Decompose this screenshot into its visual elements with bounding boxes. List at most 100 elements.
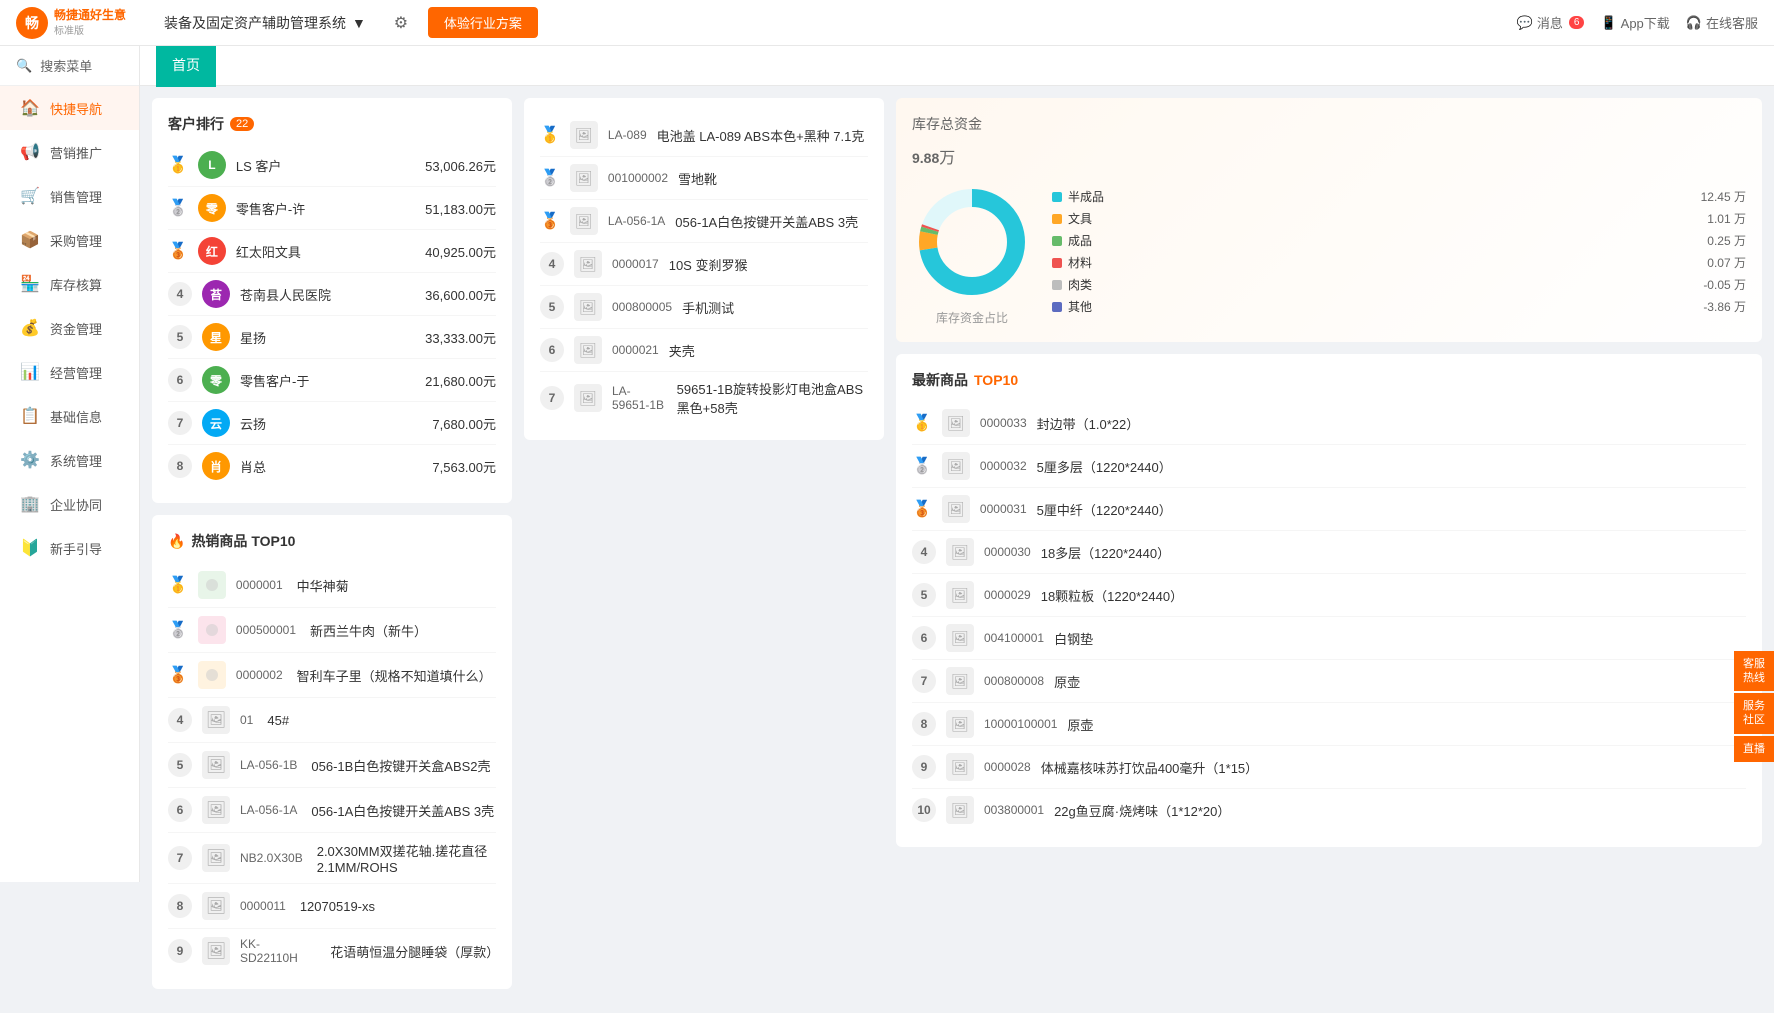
rank-num: 4 — [168, 282, 192, 306]
top-header: 畅 畅捷通好生意 标准版 装备及固定资产辅助管理系统 ▼ ⚙ 体验行业方案 💬 … — [0, 0, 1774, 46]
svg-text:畅: 畅 — [25, 15, 39, 31]
rank-avatar: 零 — [202, 366, 230, 394]
legend-item: 肉类 -0.05 万 — [1052, 276, 1746, 293]
product-code: 10000100001 — [984, 717, 1057, 731]
rank-value: 33,333.00元 — [425, 328, 496, 347]
rank-item: 5 星 星扬 33,333.00元 — [168, 316, 496, 359]
customer-ranking-title: 客户排行 — [168, 114, 224, 134]
rank-item: 🥉 红 红太阳文具 40,925.00元 — [168, 230, 496, 273]
product-code: 0000002 — [236, 668, 283, 682]
product-name: 5厘中纤（1220*2440） — [1037, 500, 1172, 519]
product-thumb: 🖼 — [570, 164, 598, 192]
sales-icon: 🛒 — [20, 186, 40, 206]
sidebar-item-home[interactable]: 🏠快捷导航 — [0, 86, 139, 130]
hot-products-title: 🔥 热销商品 TOP10 — [168, 531, 496, 551]
product-code: 0000028 — [984, 760, 1031, 774]
sidebar-item-company[interactable]: 🏢企业协同 — [0, 482, 139, 526]
sidebar-item-basic[interactable]: 📋基础信息 — [0, 394, 139, 438]
product-name: 原壶 — [1067, 715, 1093, 734]
rank-avatar: L — [198, 151, 226, 179]
rank-value: 21,680.00元 — [425, 371, 496, 390]
legend-left: 材料 — [1052, 254, 1092, 271]
product-thumb — [198, 661, 226, 689]
search-label: 搜索菜单 — [40, 56, 92, 75]
float-btn-direct[interactable]: 直播 — [1734, 736, 1774, 762]
tab-home[interactable]: 首页 — [156, 45, 216, 87]
product-code: KK-SD22110H — [240, 937, 316, 965]
medal-icon: 🥈 — [168, 198, 188, 218]
marketing-icon: 📢 — [20, 142, 40, 162]
product-name: 封边带（1.0*22） — [1037, 414, 1140, 433]
inventory-title: 库存总资金 — [912, 114, 1746, 134]
logo-text: 畅捷通好生意 — [54, 8, 126, 22]
chart-label: 库存资金占比 — [912, 309, 1032, 326]
float-buttons: 客服 热线服务 社区直播 — [1734, 651, 1774, 762]
sidebar-search[interactable]: 🔍 搜索菜单 — [0, 46, 139, 86]
sidebar-item-operation[interactable]: 📊经营管理 — [0, 350, 139, 394]
rank-avatar: 苔 — [202, 280, 230, 308]
customer-ranking-header: 客户排行 22 — [168, 114, 496, 134]
legend-dot — [1052, 258, 1062, 268]
rank-name: 零售客户-于 — [240, 371, 415, 390]
legend-item: 其他 -3.86 万 — [1052, 298, 1746, 315]
product-code: 0000001 — [236, 578, 283, 592]
middle-panel: 🥇 🖼 LA-089 电池盖 LA-089 ABS本色+黑种 7.1克 🥈 🖼 … — [524, 98, 884, 1001]
product-code: 0000029 — [984, 588, 1031, 602]
gear-button[interactable]: ⚙ — [386, 8, 416, 38]
sidebar-label: 企业协同 — [50, 495, 102, 514]
legend-dot — [1052, 302, 1062, 312]
system-selector[interactable]: 装备及固定资产辅助管理系统 ▼ — [156, 9, 374, 37]
donut-chart: 库存资金占比 — [912, 182, 1032, 326]
hot-product-item: 🥈 000500001 新西兰牛肉（新牛） — [168, 608, 496, 653]
product-thumb: 🖼 — [202, 844, 230, 872]
product-ranking-item: 5 🖼 000800005 手机测试 — [540, 286, 868, 329]
legend-value: -3.86 万 — [1686, 298, 1746, 315]
online-service-button[interactable]: 🎧 在线客服 — [1686, 13, 1758, 32]
rank-item: 4 苔 苍南县人民医院 36,600.00元 — [168, 273, 496, 316]
product-thumb: 🖼 — [946, 581, 974, 609]
home-icon: 🏠 — [20, 98, 40, 118]
new-products-title: 最新商品 TOP10 — [912, 370, 1746, 390]
product-code: 000800008 — [984, 674, 1044, 688]
new-product-item: 🥈 🖼 0000032 5厘多层（1220*2440） — [912, 445, 1746, 488]
hot-product-item: 🥇 0000001 中华神菊 — [168, 563, 496, 608]
product-code: 000800005 — [612, 300, 672, 314]
product-name: 12070519-xs — [300, 899, 375, 914]
product-name: 22g鱼豆腐·烧烤味（1*12*20） — [1054, 801, 1230, 820]
sidebar-item-purchase[interactable]: 📦采购管理 — [0, 218, 139, 262]
product-ranking-item: 4 🖼 0000017 10S 变刹罗猴 — [540, 243, 868, 286]
rank-num: 4 — [540, 252, 564, 276]
product-code: LA-056-1A — [608, 214, 665, 228]
sidebar-label: 库存核算 — [50, 275, 102, 294]
product-ranking-item: 🥇 🖼 LA-089 电池盖 LA-089 ABS本色+黑种 7.1克 — [540, 114, 868, 157]
rank-num: 7 — [540, 386, 564, 410]
rank-avatar: 星 — [202, 323, 230, 351]
sidebar: 🔍 搜索菜单 🏠快捷导航📢营销推广🛒销售管理📦采购管理🏪库存核算💰资金管理📊经营… — [0, 46, 140, 882]
product-code: NB2.0X30B — [240, 851, 303, 865]
float-btn-service[interactable]: 客服 热线 — [1734, 651, 1774, 692]
legend: 半成品 12.45 万 文具 1.01 万 成品 0.25 万 材料 0.07 … — [1052, 188, 1746, 320]
product-code: 003800001 — [984, 803, 1044, 817]
rank-avatar: 零 — [198, 194, 226, 222]
legend-name: 半成品 — [1068, 188, 1104, 205]
legend-name: 成品 — [1068, 232, 1092, 249]
sidebar-item-inventory[interactable]: 🏪库存核算 — [0, 262, 139, 306]
hot-product-item: 9 🖼 KK-SD22110H 花语萌恒温分腿睡袋（厚款） — [168, 929, 496, 973]
rank-avatar: 云 — [202, 409, 230, 437]
legend-dot — [1052, 214, 1062, 224]
sidebar-item-system[interactable]: ⚙️系统管理 — [0, 438, 139, 482]
trial-button[interactable]: 体验行业方案 — [428, 7, 538, 38]
sidebar-item-guide[interactable]: 🔰新手引导 — [0, 526, 139, 570]
message-badge: 6 — [1569, 16, 1585, 29]
sidebar-item-finance[interactable]: 💰资金管理 — [0, 306, 139, 350]
app-download-button[interactable]: 📱 App下载 — [1600, 13, 1669, 32]
message-button[interactable]: 💬 消息 6 — [1517, 13, 1585, 32]
nav-tabs: 首页 — [140, 46, 1774, 86]
product-code: LA-59651-1B — [612, 384, 667, 412]
sidebar-item-marketing[interactable]: 📢营销推广 — [0, 130, 139, 174]
product-ranking-item: 🥈 🖼 001000002 雪地靴 — [540, 157, 868, 200]
float-btn-community[interactable]: 服务 社区 — [1734, 693, 1774, 734]
legend-name: 文具 — [1068, 210, 1092, 227]
sidebar-item-sales[interactable]: 🛒销售管理 — [0, 174, 139, 218]
product-thumb: 🖼 — [946, 667, 974, 695]
